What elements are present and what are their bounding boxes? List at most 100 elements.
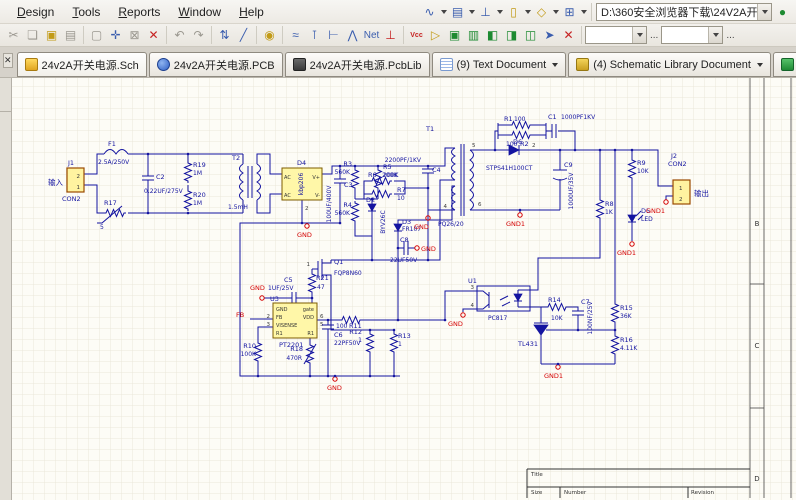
place-sheet-symbol-button[interactable]: ◧ bbox=[483, 26, 502, 45]
place-ground-button[interactable]: ⊥ bbox=[381, 26, 400, 45]
copy-button[interactable]: ❏ bbox=[23, 26, 42, 45]
gnd-port-label: GND bbox=[297, 231, 312, 239]
r17-value-label: 5 bbox=[100, 224, 104, 231]
combo-dropdown-button[interactable] bbox=[632, 27, 646, 43]
r16-value-label: 4.11K bbox=[620, 345, 638, 352]
place-wire-button[interactable]: ≈ bbox=[286, 26, 305, 45]
cut-button[interactable]: ✂ bbox=[4, 26, 23, 45]
menu-help[interactable]: Help bbox=[230, 3, 273, 21]
place-bus-button[interactable]: ⊺ bbox=[305, 26, 324, 45]
chevron-down-icon[interactable] bbox=[581, 10, 587, 14]
separator bbox=[83, 26, 84, 44]
pcb-doc-icon bbox=[781, 58, 794, 71]
select-area-button[interactable]: ▢ bbox=[87, 26, 106, 45]
draw-line-button[interactable]: ╱ bbox=[234, 26, 253, 45]
c5-ref-label: C5 bbox=[284, 276, 293, 284]
chevron-down-icon[interactable] bbox=[441, 10, 447, 14]
net-objects-icon[interactable]: ◇ bbox=[532, 2, 551, 21]
tab-text-documents[interactable]: (9) Text Document bbox=[432, 52, 567, 77]
u3-r1b-pin-label: R1 bbox=[307, 331, 314, 337]
run-icon[interactable]: ● bbox=[773, 2, 792, 21]
tab-schlib-documents[interactable]: (4) Schematic Library Document bbox=[568, 52, 771, 77]
reorder-button[interactable]: ⇅ bbox=[215, 26, 234, 45]
left-panel-strip[interactable] bbox=[0, 78, 12, 500]
c4-value-label: 2200PF/1KV bbox=[385, 157, 422, 164]
gnd-port-label: GND bbox=[327, 384, 342, 392]
place-net-label-button[interactable]: Net bbox=[362, 26, 381, 45]
schematic-canvas[interactable]: B C D Title Size Number Revision bbox=[12, 78, 796, 500]
tab-pcb-document-2[interactable]: 24v2A开关电源.PCB bbox=[773, 52, 796, 77]
chevron-down-icon[interactable] bbox=[757, 63, 763, 67]
u3-pin2-number: 2 bbox=[267, 314, 271, 320]
delete-button[interactable]: ✕ bbox=[559, 26, 578, 45]
tl431-label: TL431 bbox=[517, 340, 538, 348]
layers-tools-icon[interactable]: ▤ bbox=[448, 2, 467, 21]
place-bus-entry-button[interactable]: ⊢ bbox=[324, 26, 343, 45]
deselect-button[interactable]: ⊠ bbox=[125, 26, 144, 45]
tab-pcblib-document[interactable]: 24v2A开关电源.PcbLib bbox=[285, 52, 430, 77]
menu-tools[interactable]: Tools bbox=[63, 3, 109, 21]
combo-dropdown-button[interactable] bbox=[757, 4, 771, 20]
document-path-combo[interactable]: D:\360安全浏览器下载\24V2A开关 bbox=[596, 3, 772, 21]
menu-reports[interactable]: Reports bbox=[109, 3, 169, 21]
place-port-button[interactable]: ◫ bbox=[521, 26, 540, 45]
place-component-button[interactable]: ▣ bbox=[445, 26, 464, 45]
r15-value-label: 36K bbox=[620, 313, 633, 320]
power-objects-icon[interactable]: ⊥ bbox=[476, 2, 495, 21]
part-action-button[interactable]: ➤ bbox=[540, 26, 559, 45]
browse-button-1[interactable]: ... bbox=[647, 30, 661, 41]
u3-fb-pin-label: FB bbox=[276, 315, 283, 321]
port-objects-icon[interactable]: ▯ bbox=[504, 2, 523, 21]
find-button[interactable]: ◉ bbox=[260, 26, 279, 45]
place-vcc-port-button[interactable]: Vcc bbox=[407, 26, 426, 45]
q1-gate-pin-number: 1 bbox=[307, 262, 311, 268]
combo-dropdown-button[interactable] bbox=[708, 27, 722, 43]
c7-value-label: 100NF/25V bbox=[587, 301, 594, 335]
j2-type-label: CON2 bbox=[668, 160, 687, 168]
sch-doc-icon bbox=[25, 58, 38, 71]
r20-ref-label: R20 bbox=[193, 191, 206, 199]
close-icon[interactable]: ✕ bbox=[3, 53, 13, 68]
c4-ref-label: C4 bbox=[432, 166, 441, 174]
browse-button-2[interactable]: ... bbox=[723, 30, 737, 41]
revision-label: Revision bbox=[691, 490, 714, 496]
r10-ref-label: R10 bbox=[243, 342, 256, 350]
paste-button[interactable]: ▣ bbox=[42, 26, 61, 45]
gnd1-port-label: GND1 bbox=[506, 220, 525, 228]
schematic-sheet[interactable]: B C D Title Size Number Revision bbox=[12, 78, 796, 500]
tab-label: 24v2A开关电源.PCB bbox=[174, 57, 275, 73]
tab-pcb-document[interactable]: 24v2A开关电源.PCB bbox=[149, 52, 283, 77]
redo-button[interactable]: ↷ bbox=[189, 26, 208, 45]
move-button[interactable]: ✛ bbox=[106, 26, 125, 45]
filter-combo-1[interactable] bbox=[585, 26, 647, 44]
menu-design[interactable]: Design bbox=[8, 3, 63, 21]
d3-ref-label: D3 bbox=[402, 218, 411, 226]
chevron-down-icon[interactable] bbox=[525, 10, 531, 14]
r10-value-label: 100K bbox=[241, 351, 257, 358]
place-gate-button[interactable]: ▷ bbox=[426, 26, 445, 45]
c9-ref-label: C9 bbox=[564, 161, 573, 169]
place-probe-button[interactable]: ⋀ bbox=[343, 26, 362, 45]
wiring-tools-icon[interactable]: ∿ bbox=[420, 2, 439, 21]
chevron-down-icon[interactable] bbox=[469, 10, 475, 14]
filter-combo-2[interactable] bbox=[661, 26, 723, 44]
u3-pin6-number: 6 bbox=[320, 314, 324, 320]
d4-ac1-pin-label: AC bbox=[284, 175, 291, 181]
chevron-down-icon[interactable] bbox=[552, 63, 558, 67]
c1-ref-label: C1 bbox=[548, 113, 557, 121]
place-component2-button[interactable]: ▥ bbox=[464, 26, 483, 45]
clear-filter-button[interactable]: ✕ bbox=[144, 26, 163, 45]
r21-value-label: 47 bbox=[317, 284, 325, 291]
c8-value-label: 22UF50V bbox=[390, 257, 418, 264]
grid-settings-icon[interactable]: ⊞ bbox=[560, 2, 579, 21]
chevron-down-icon[interactable] bbox=[497, 10, 503, 14]
menu-window[interactable]: Window bbox=[169, 3, 230, 21]
place-sheet-entry-button[interactable]: ◨ bbox=[502, 26, 521, 45]
tab-sch-document[interactable]: 24v2A开关电源.Sch bbox=[17, 52, 147, 77]
r20-value-label: 1M bbox=[193, 200, 202, 207]
gnd-port-label: GND bbox=[414, 223, 429, 231]
chevron-down-icon[interactable] bbox=[553, 10, 559, 14]
paste-special-button[interactable]: ▤ bbox=[61, 26, 80, 45]
undo-button[interactable]: ↶ bbox=[170, 26, 189, 45]
u3-visense-pin-label: VISENSE bbox=[276, 323, 297, 329]
